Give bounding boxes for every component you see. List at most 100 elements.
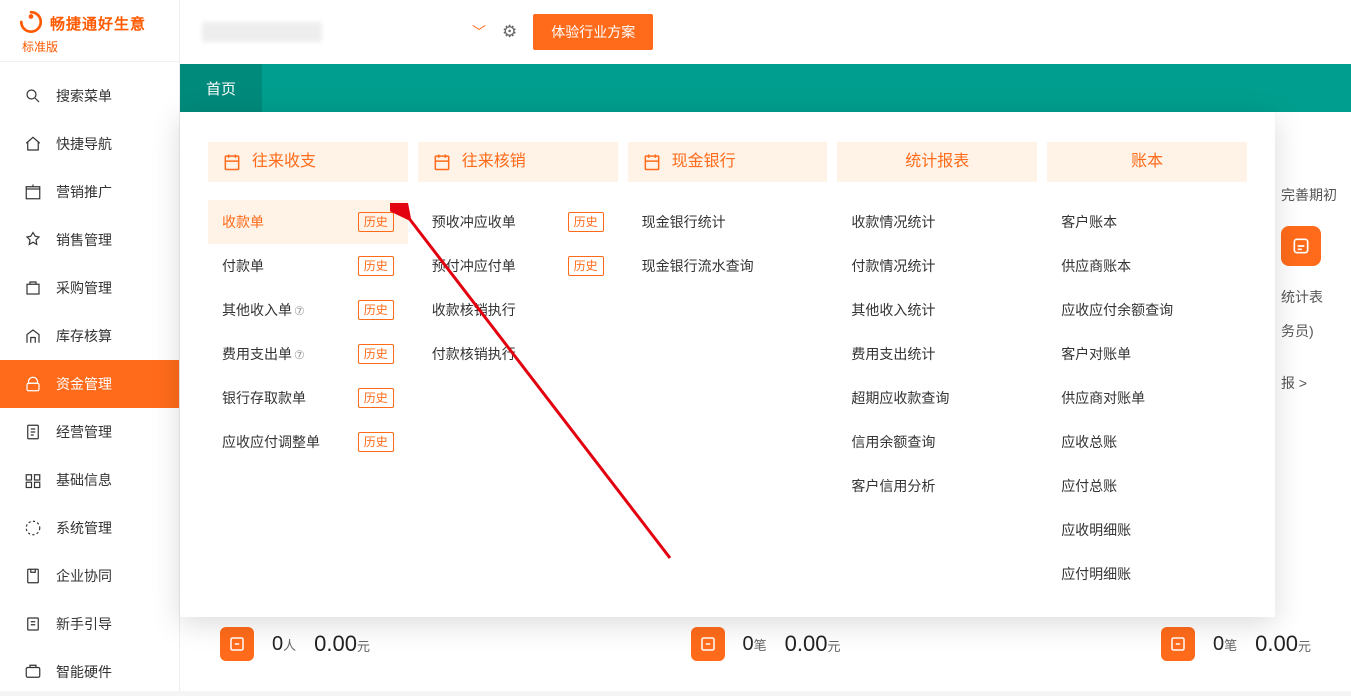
menu-item[interactable]: 供应商账本 <box>1047 244 1247 288</box>
menu-item[interactable]: 收款单历史 <box>208 200 408 244</box>
nav-label: 资金管理 <box>56 374 112 394</box>
nav-icon <box>24 615 42 633</box>
history-tag[interactable]: 历史 <box>358 212 394 232</box>
nav-item[interactable]: 销售管理 <box>0 216 179 264</box>
column-header: 账本 <box>1047 142 1247 182</box>
chevron-down-icon: ﹀ <box>472 22 486 42</box>
nav-item[interactable]: 企业协同 <box>0 552 179 600</box>
menu-item[interactable]: 预付冲应付单 历史 <box>418 244 618 288</box>
menu-item[interactable]: 超期应收款查询 <box>837 376 1037 420</box>
menu-item[interactable]: 供应商对账单 <box>1047 376 1247 420</box>
menu-item-label: 付款情况统计 <box>851 256 935 276</box>
help-icon: ⑦ <box>294 304 305 318</box>
sidebar: 畅捷通好生意 标准版 搜索菜单快捷导航营销推广销售管理采购管理库存核算资金管理经… <box>0 0 180 691</box>
menu-item[interactable]: 付款情况统计 <box>837 244 1037 288</box>
nav-item[interactable]: 智能硬件 <box>0 648 179 696</box>
org-name-placeholder <box>202 22 322 42</box>
menu-item[interactable]: 现金银行统计 <box>628 200 828 244</box>
menu-item[interactable]: 费用支出统计 <box>837 332 1037 376</box>
nav-item[interactable]: 库存核算 <box>0 312 179 360</box>
nav-item[interactable]: 搜索菜单 <box>0 72 179 120</box>
nav-icon <box>24 279 42 297</box>
menu-item[interactable]: 预收冲应收单 历史 <box>418 200 618 244</box>
mega-column: 往来核销预收冲应收单历史预付冲应付单历史收款核销执行付款核销执行 <box>418 142 618 587</box>
menu-item[interactable]: 应收应付调整单 历史 <box>208 420 408 464</box>
stat-amount: 0.00元 <box>785 631 841 657</box>
nav-label: 智能硬件 <box>56 662 112 682</box>
menu-item[interactable]: 其他收入统计 <box>837 288 1037 332</box>
nav-item[interactable]: 系统管理 <box>0 504 179 552</box>
nav-icon <box>24 519 42 537</box>
industry-plan-button[interactable]: 体验行业方案 <box>533 14 653 50</box>
history-tag[interactable]: 历史 <box>358 256 394 276</box>
stat-amount: 0.00元 <box>314 631 370 657</box>
menu-item-label: 现金银行统计 <box>642 212 726 232</box>
nav-item[interactable]: 采购管理 <box>0 264 179 312</box>
menu-item[interactable]: 客户账本 <box>1047 200 1247 244</box>
menu-item[interactable]: 客户对账单 <box>1047 332 1247 376</box>
menu-item[interactable]: 应付明细账 <box>1047 552 1247 596</box>
gear-icon[interactable]: ⚙ <box>502 22 517 42</box>
menu-item-label: 收款核销执行 <box>432 300 516 320</box>
menu-item[interactable]: 收款情况统计 <box>837 200 1037 244</box>
menu-item[interactable]: 信用余额查询 <box>837 420 1037 464</box>
nav-icon <box>24 423 42 441</box>
history-tag[interactable]: 历史 <box>358 388 394 408</box>
nav-item[interactable]: 资金管理 <box>0 360 179 408</box>
nav-label: 采购管理 <box>56 278 112 298</box>
nav-label: 快捷导航 <box>56 134 112 154</box>
stats-shortcut-icon[interactable] <box>1281 226 1321 266</box>
menu-item[interactable]: 应付总账 <box>1047 464 1247 508</box>
menu-item[interactable]: 付款核销执行 <box>418 332 618 376</box>
nav-item[interactable]: 新手引导 <box>0 600 179 648</box>
menu-item-label: 预收冲应收单 <box>432 212 516 232</box>
menu-item-label: 应付总账 <box>1061 476 1117 496</box>
brand-name: 畅捷通好生意 <box>50 13 146 34</box>
history-tag[interactable]: 历史 <box>568 212 604 232</box>
column-title: 现金银行 <box>672 142 736 182</box>
history-tag[interactable]: 历史 <box>358 300 394 320</box>
menu-item[interactable]: 应收总账 <box>1047 420 1247 464</box>
mega-column: 往来收支收款单历史付款单历史其他收入单⑦历史费用支出单⑦历史银行存取款单历史应收… <box>208 142 408 587</box>
stat-count: 0笔 <box>1213 633 1237 656</box>
nav-label: 销售管理 <box>56 230 112 250</box>
stat-count: 0笔 <box>743 633 767 656</box>
menu-item[interactable]: 收款核销执行 <box>418 288 618 332</box>
tabs-bar: 首页 <box>180 64 1351 112</box>
nav-icon <box>24 135 42 153</box>
menu-item-label: 费用支出单⑦ <box>222 344 305 364</box>
nav-item[interactable]: 营销推广 <box>0 168 179 216</box>
nav-label: 搜索菜单 <box>56 86 112 106</box>
column-header: 统计报表 <box>837 142 1037 182</box>
menu-item[interactable]: 银行存取款单历史 <box>208 376 408 420</box>
rail-text: 完善期初 <box>1281 184 1351 206</box>
column-title: 往来核销 <box>462 142 526 182</box>
menu-item-label: 付款核销执行 <box>432 344 516 364</box>
history-tag[interactable]: 历史 <box>358 344 394 364</box>
menu-item-label: 客户账本 <box>1061 212 1117 232</box>
rail-text: 报 > <box>1281 372 1351 394</box>
logo-area: 畅捷通好生意 标准版 <box>0 0 179 62</box>
tab-home[interactable]: 首页 <box>180 64 262 112</box>
brand-version: 标准版 <box>22 38 161 55</box>
menu-item-label: 收款情况统计 <box>851 212 935 232</box>
nav-item[interactable]: 基础信息 <box>0 456 179 504</box>
menu-item-label: 应收应付调整单 <box>222 432 320 452</box>
menu-item-label: 预付冲应付单 <box>432 256 516 276</box>
org-selector[interactable]: ﹀ <box>202 22 486 42</box>
menu-item[interactable]: 客户信用分析 <box>837 464 1037 508</box>
menu-item[interactable]: 其他收入单⑦历史 <box>208 288 408 332</box>
nav-item[interactable]: 经营管理 <box>0 408 179 456</box>
mega-column: 现金银行现金银行统计现金银行流水查询 <box>628 142 828 587</box>
column-header: 往来核销 <box>418 142 618 182</box>
menu-item-label: 应付明细账 <box>1061 564 1131 584</box>
column-header: 往来收支 <box>208 142 408 182</box>
history-tag[interactable]: 历史 <box>568 256 604 276</box>
nav-item[interactable]: 快捷导航 <box>0 120 179 168</box>
history-tag[interactable]: 历史 <box>358 432 394 452</box>
menu-item[interactable]: 费用支出单⑦ 历史 <box>208 332 408 376</box>
menu-item[interactable]: 应收明细账 <box>1047 508 1247 552</box>
menu-item[interactable]: 现金银行流水查询 <box>628 244 828 288</box>
menu-item[interactable]: 付款单历史 <box>208 244 408 288</box>
menu-item[interactable]: 应收应付余额查询 <box>1047 288 1247 332</box>
